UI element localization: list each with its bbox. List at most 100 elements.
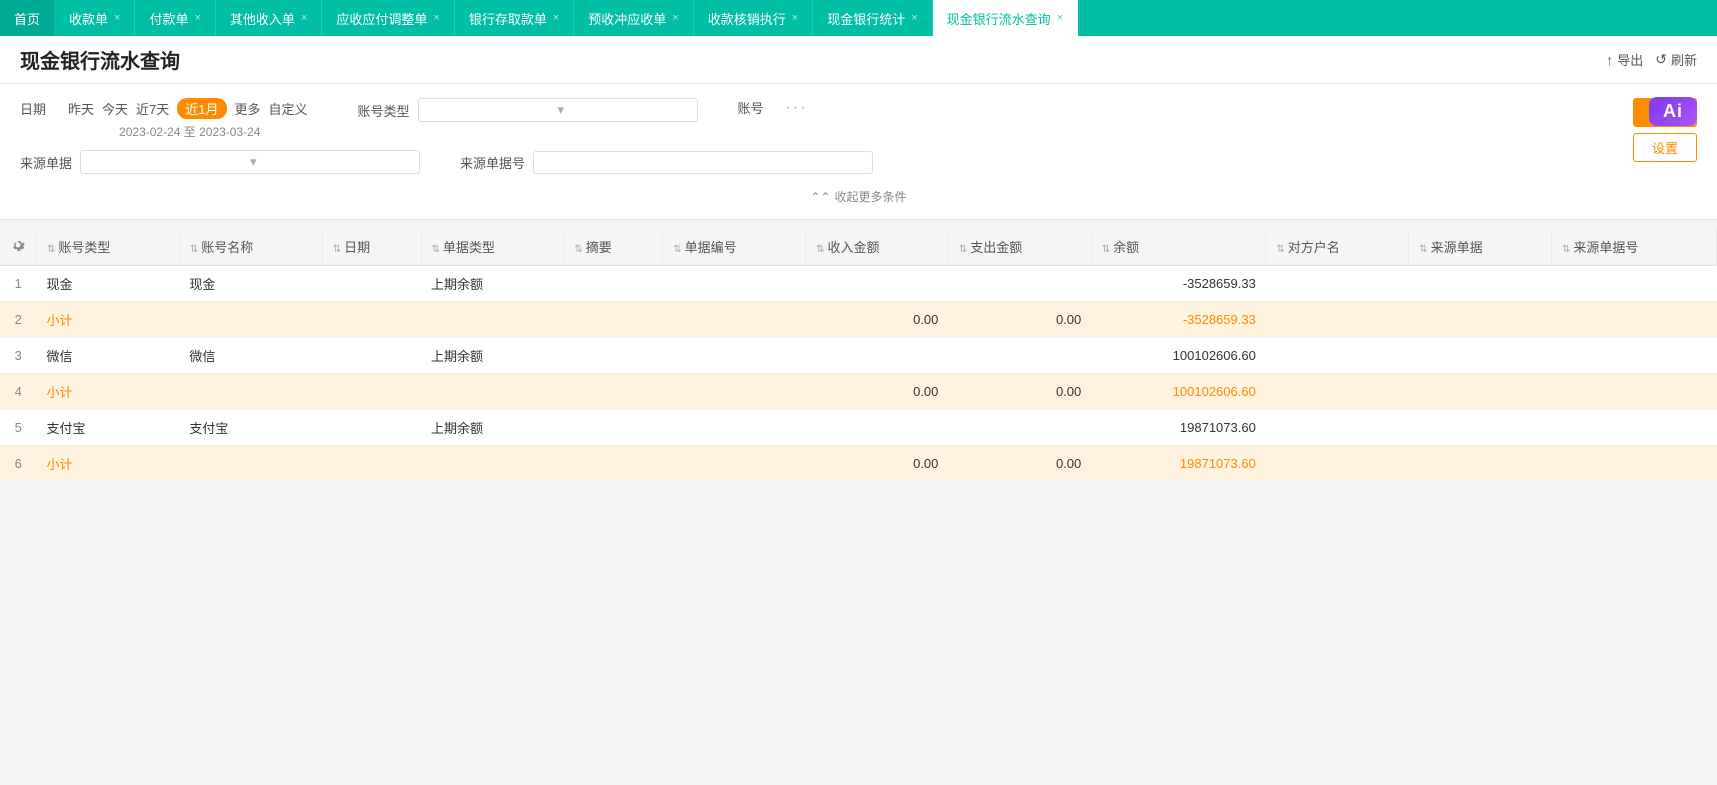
nav-payment[interactable]: 付款单 × <box>135 0 215 36</box>
cell-date <box>322 410 421 446</box>
date-shortcuts: 昨天 今天 近7天 近1月 更多 自定义 <box>68 98 308 119</box>
nav-adjustment[interactable]: 应收应付调整单 × <box>322 0 454 36</box>
cell-expense <box>948 266 1091 302</box>
nav-verification-close[interactable]: × <box>792 12 798 24</box>
cell-date <box>322 338 421 374</box>
cell-account-type: 小计 <box>37 446 180 482</box>
refresh-button[interactable]: ↺ 刷新 <box>1655 50 1697 69</box>
nav-flow-query[interactable]: 现金银行流水查询 × <box>933 0 1078 36</box>
filter-area: 日期 昨天 今天 近7天 近1月 更多 自定义 2023-02-24 至 202… <box>0 84 1717 220</box>
cell-doc-type <box>421 446 564 482</box>
col-counterparty: ⇅对方户名 <box>1266 228 1409 266</box>
cell-doc-no <box>663 266 806 302</box>
date-range-display: 2023-02-24 至 2023-03-24 <box>119 125 260 139</box>
nav-statistics[interactable]: 现金银行统计 × <box>813 0 932 36</box>
nav-flow-query-close[interactable]: × <box>1057 12 1063 24</box>
table-wrapper: ⇅账号类型 ⇅账号名称 ⇅日期 ⇅单据类型 ⇅摘要 ⇅单据编号 ⇅收入金额 ⇅支… <box>0 228 1717 482</box>
cell-num: 6 <box>0 446 37 482</box>
cell-balance: 100102606.60 <box>1091 374 1266 410</box>
account-type-arrow: ▾ <box>558 102 689 118</box>
col-summary: ⇅摘要 <box>564 228 663 266</box>
cell-account-type: 支付宝 <box>37 410 180 446</box>
source-doc-select[interactable]: ▾ <box>80 150 420 174</box>
cell-doc-type <box>421 302 564 338</box>
nav-adjustment-close[interactable]: × <box>433 12 439 24</box>
nav-advance-close[interactable]: × <box>672 12 678 24</box>
cell-doc-type: 上期余额 <box>421 338 564 374</box>
cell-source-doc-no <box>1552 338 1717 374</box>
cell-doc-no <box>663 338 806 374</box>
cell-doc-type: 上期余额 <box>421 410 564 446</box>
cell-balance: 100102606.60 <box>1091 338 1266 374</box>
shortcut-today[interactable]: 今天 <box>102 99 128 118</box>
col-gear[interactable] <box>0 228 37 266</box>
cell-date <box>322 374 421 410</box>
shortcut-custom[interactable]: 自定义 <box>269 99 308 118</box>
nav-payment-close[interactable]: × <box>194 12 200 24</box>
account-more[interactable]: ··· <box>786 99 808 117</box>
table-row: 1 现金 现金 上期余额 -3528659.33 <box>0 266 1717 302</box>
cell-source-doc <box>1409 374 1552 410</box>
cell-num: 1 <box>0 266 37 302</box>
shortcut-1month[interactable]: 近1月 <box>177 98 226 119</box>
nav-home[interactable]: 首页 <box>0 0 55 36</box>
cell-counterparty <box>1266 446 1409 482</box>
cell-num: 3 <box>0 338 37 374</box>
col-account-name: ⇅账号名称 <box>179 228 322 266</box>
settings-button[interactable]: 设置 <box>1633 133 1697 162</box>
cell-account-name <box>179 302 322 338</box>
cell-expense: 0.00 <box>948 302 1091 338</box>
account-type-label: 账号类型 <box>358 101 410 120</box>
cell-source-doc <box>1409 338 1552 374</box>
col-account-type: ⇅账号类型 <box>37 228 180 266</box>
cell-account-name: 支付宝 <box>179 410 322 446</box>
table-row: 4 小计 0.00 0.00 100102606.60 <box>0 374 1717 410</box>
shortcut-more[interactable]: 更多 <box>235 99 261 118</box>
export-button[interactable]: ↑ 导出 <box>1606 50 1643 69</box>
ai-badge[interactable]: Ai <box>1649 97 1697 126</box>
nav-bank-deposit[interactable]: 银行存取款单 × <box>455 0 574 36</box>
cell-doc-no <box>663 374 806 410</box>
cell-num: 4 <box>0 374 37 410</box>
cell-source-doc <box>1409 410 1552 446</box>
cell-income: 0.00 <box>806 302 949 338</box>
nav-statistics-close[interactable]: × <box>911 12 917 24</box>
cell-expense <box>948 338 1091 374</box>
nav-receipt-close[interactable]: × <box>114 12 120 24</box>
source-doc-label: 来源单据 <box>20 153 72 172</box>
cell-summary <box>564 410 663 446</box>
cell-doc-no <box>663 410 806 446</box>
cell-account-type: 现金 <box>37 266 180 302</box>
nav-other-income[interactable]: 其他收入单 × <box>216 0 322 36</box>
cell-source-doc-no <box>1552 266 1717 302</box>
cell-summary <box>564 338 663 374</box>
col-source-doc: ⇅来源单据 <box>1409 228 1552 266</box>
collapse-bar[interactable]: ⌃⌃ 收起更多条件 <box>20 184 1697 209</box>
cell-source-doc <box>1409 266 1552 302</box>
cell-source-doc-no <box>1552 374 1717 410</box>
nav-other-income-close[interactable]: × <box>301 12 307 24</box>
account-type-select[interactable]: ▾ <box>418 98 698 122</box>
shortcut-yesterday[interactable]: 昨天 <box>68 99 94 118</box>
data-table: ⇅账号类型 ⇅账号名称 ⇅日期 ⇅单据类型 ⇅摘要 ⇅单据编号 ⇅收入金额 ⇅支… <box>0 228 1717 482</box>
source-doc-num-input[interactable] <box>533 151 873 174</box>
source-doc-arrow: ▾ <box>250 154 411 170</box>
nav-receipt[interactable]: 收款单 × <box>55 0 135 36</box>
nav-advance[interactable]: 预收冲应收单 × <box>574 0 693 36</box>
col-doc-type: ⇅单据类型 <box>421 228 564 266</box>
cell-counterparty <box>1266 266 1409 302</box>
col-doc-no: ⇅单据编号 <box>663 228 806 266</box>
header-bar: 现金银行流水查询 ↑ 导出 ↺ 刷新 <box>0 36 1717 84</box>
refresh-icon: ↺ <box>1655 51 1667 68</box>
cell-source-doc-no <box>1552 410 1717 446</box>
cell-counterparty <box>1266 302 1409 338</box>
account-label: 账号 <box>738 98 778 117</box>
cell-counterparty <box>1266 410 1409 446</box>
cell-account-name <box>179 374 322 410</box>
nav-verification[interactable]: 收款核销执行 × <box>694 0 813 36</box>
shortcut-7days[interactable]: 近7天 <box>136 99 169 118</box>
cell-summary <box>564 266 663 302</box>
cell-num: 2 <box>0 302 37 338</box>
nav-bank-deposit-close[interactable]: × <box>553 12 559 24</box>
cell-doc-type: 上期余额 <box>421 266 564 302</box>
